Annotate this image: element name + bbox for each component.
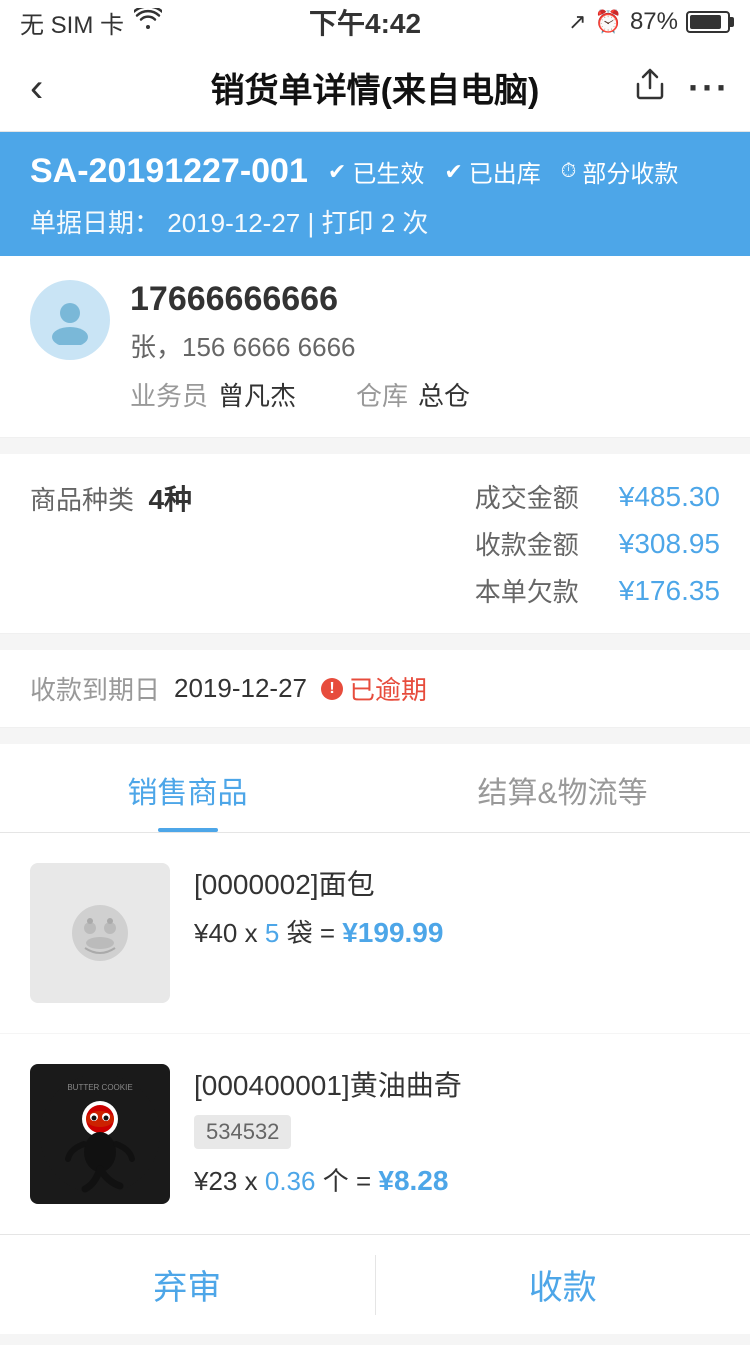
product-type-count: 4种 <box>148 484 192 515</box>
status-badge-shipped: ✔ 已出库 <box>444 154 540 189</box>
warehouse-name: 总仓 <box>418 376 470 413</box>
order-date-info: 单据日期： 2019-12-27 | 打印 2 次 <box>30 203 720 240</box>
customer-name-phone: 张，156 6666 6666 <box>130 327 720 364</box>
product-list: [0000002]面包 ¥40 x 5 袋 = ¥199.99 <box>0 833 750 1235</box>
product-name-cookie: [000400001]黄油曲奇 <box>194 1064 720 1104</box>
nav-bar: ‹ 销货单详情(来自电脑) ··· <box>0 44 750 132</box>
warehouse-info: 仓库 总仓 <box>356 376 470 413</box>
nav-actions: ··· <box>632 66 730 110</box>
product-item: [0000002]面包 ¥40 x 5 袋 = ¥199.99 <box>0 833 750 1034</box>
product-type-info: 商品种类 4种 <box>30 478 192 518</box>
customer-section: 17666666666 张，156 6666 6666 业务员 曾凡杰 仓库 总… <box>0 256 750 438</box>
financial-stats: 成交金额 ¥485.30 收款金额 ¥308.95 本单欠款 ¥176.35 <box>475 478 720 609</box>
back-button[interactable]: ‹ <box>20 58 53 118</box>
product-qty-bread: 5 <box>265 918 279 948</box>
battery-icon <box>686 11 730 33</box>
carrier-label: 无 SIM 卡 <box>20 5 124 40</box>
overdue-section: 收款到期日 2019-12-27 ! 已逾期 <box>0 650 750 728</box>
received-row: 收款金额 ¥308.95 <box>475 525 720 562</box>
svg-text:BUTTER COOKIE: BUTTER COOKIE <box>67 1083 132 1092</box>
location-icon: ↗ <box>568 9 586 35</box>
reject-button[interactable]: 弃审 <box>0 1240 375 1329</box>
share-button[interactable] <box>632 66 668 110</box>
order-id: SA-20191227-001 <box>30 152 308 191</box>
bottom-bar: 弃审 收款 <box>0 1234 750 1334</box>
time-label: 下午4:42 <box>309 2 421 42</box>
received-value: ¥308.95 <box>619 528 720 560</box>
status-right: ↗ ⏰ 87% <box>568 8 730 36</box>
overdue-label: 收款到期日 <box>30 670 160 707</box>
order-header-banner: SA-20191227-001 ✔ 已生效 ✔ 已出库 ⏱ 部分收款 单据日期：… <box>0 132 750 256</box>
alarm-icon: ⏰ <box>595 9 622 35</box>
collect-button[interactable]: 收款 <box>376 1240 750 1329</box>
customer-meta: 业务员 曾凡杰 仓库 总仓 <box>130 376 720 413</box>
product-item: BUTTER COOKIE [000400001]黄油曲奇 534532 ¥23… <box>0 1034 750 1235</box>
product-image-bread <box>30 863 170 1003</box>
page-title: 销货单详情(来自电脑) <box>211 63 540 112</box>
amount-row: 成交金额 ¥485.30 <box>475 478 720 515</box>
customer-id: 17666666666 <box>130 280 720 319</box>
product-qty-cookie: 0.36 <box>265 1166 316 1196</box>
status-badge-partial: ⏱ 部分收款 <box>561 154 679 189</box>
product-price-cookie: ¥23 x 0.36 个 = ¥8.28 <box>194 1161 720 1198</box>
amount-value: ¥485.30 <box>619 481 720 513</box>
overdue-dot-icon: ! <box>321 678 343 700</box>
overdue-badge: ! 已逾期 <box>321 670 427 707</box>
sales-info: 业务员 曾凡杰 <box>130 376 296 413</box>
customer-avatar <box>30 280 110 360</box>
wifi-icon <box>134 8 162 36</box>
status-bar: 无 SIM 卡 下午4:42 ↗ ⏰ 87% <box>0 0 750 44</box>
product-price-bread: ¥40 x 5 袋 = ¥199.99 <box>194 913 720 950</box>
more-button[interactable]: ··· <box>688 67 730 109</box>
customer-info: 17666666666 张，156 6666 6666 业务员 曾凡杰 仓库 总… <box>130 280 720 413</box>
debt-value: ¥176.35 <box>619 575 720 607</box>
stats-section: 商品种类 4种 成交金额 ¥485.30 收款金额 ¥308.95 本单欠款 ¥… <box>0 454 750 634</box>
tabs-section: 销售商品 结算&物流等 <box>0 744 750 833</box>
battery-label: 87% <box>630 8 678 36</box>
product-name-bread: [0000002]面包 <box>194 863 720 903</box>
overdue-date: 2019-12-27 <box>174 673 307 704</box>
product-total-bread: ¥199.99 <box>342 917 443 948</box>
status-badge-effective: ✔ 已生效 <box>328 154 424 189</box>
sales-name: 曾凡杰 <box>218 376 296 413</box>
tab-sales-products[interactable]: 销售商品 <box>0 744 375 832</box>
debt-row: 本单欠款 ¥176.35 <box>475 572 720 609</box>
product-total-cookie: ¥8.28 <box>378 1165 448 1196</box>
product-details-bread: [0000002]面包 ¥40 x 5 袋 = ¥199.99 <box>194 863 720 950</box>
product-details-cookie: [000400001]黄油曲奇 534532 ¥23 x 0.36 个 = ¥8… <box>194 1064 720 1198</box>
status-left: 无 SIM 卡 <box>20 5 162 40</box>
product-tag-cookie: 534532 <box>194 1115 291 1149</box>
tab-settlement[interactable]: 结算&物流等 <box>375 744 750 832</box>
product-image-cookie: BUTTER COOKIE <box>30 1064 170 1204</box>
